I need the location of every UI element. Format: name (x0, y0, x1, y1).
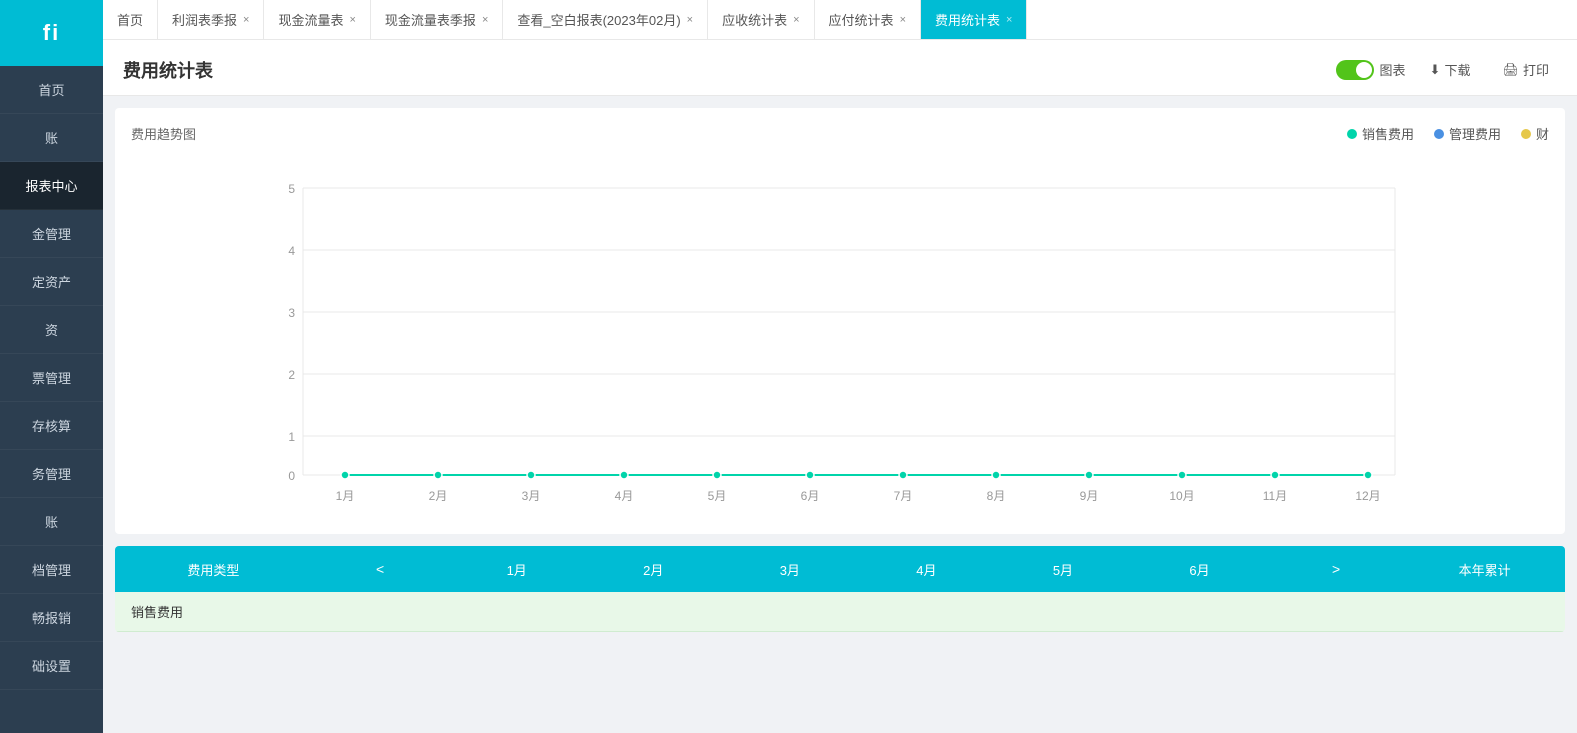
th-nav-prev[interactable]: < (312, 561, 449, 577)
tab-close-blank-report[interactable]: × (687, 14, 693, 26)
svg-text:1: 1 (288, 430, 295, 444)
chart-toggle[interactable] (1336, 60, 1374, 80)
sidebar: fi 首页 账 报表中心 金管理 定资产 资 票管理 存核算 务管理 账 档管理… (0, 0, 103, 733)
tab-close-cashflow-quarterly[interactable]: × (482, 14, 488, 26)
table-header-row: 费用类型 < 1月 2月 3月 4月 5月 (115, 546, 1565, 592)
svg-text:9月: 9月 (1080, 489, 1099, 503)
print-icon: 🖨 (1502, 62, 1519, 78)
th-nav-next[interactable]: > (1268, 561, 1405, 577)
chart-toggle-label: 图表 (1336, 60, 1406, 80)
svg-text:10月: 10月 (1169, 489, 1194, 503)
sidebar-item-report-center[interactable]: 报表中心 (0, 162, 103, 210)
table-next-button[interactable]: > (1326, 561, 1346, 577)
tab-close-payable[interactable]: × (900, 14, 906, 26)
chart-legend: 销售费用 管理费用 财 (1347, 124, 1549, 143)
th-m2: 2月 (585, 560, 722, 579)
sidebar-item-business-mgmt[interactable]: 务管理 (0, 450, 103, 498)
th-ytd: 本年累计 (1404, 560, 1565, 579)
table-row: 销售费用 (115, 592, 1565, 632)
legend-label-sales: 销售费用 (1362, 124, 1414, 143)
svg-text:2月: 2月 (429, 489, 448, 503)
tab-cashflow[interactable]: 现金流量表 × (264, 0, 370, 39)
svg-text:4: 4 (288, 244, 295, 258)
svg-text:1月: 1月 (336, 489, 355, 503)
chart-toggle-text: 图表 (1380, 60, 1406, 79)
tab-cashflow-quarterly[interactable]: 现金流量表季报 × (371, 0, 503, 39)
sidebar-item-fixed-assets[interactable]: 定资产 (0, 258, 103, 306)
svg-text:5: 5 (288, 182, 295, 196)
tab-home[interactable]: 首页 (103, 0, 158, 39)
tab-close-cashflow[interactable]: × (349, 14, 355, 26)
svg-text:3: 3 (288, 306, 295, 320)
legend-finance: 财 (1521, 124, 1549, 143)
sidebar-logo: fi (0, 0, 103, 66)
svg-text:4月: 4月 (615, 489, 634, 503)
svg-text:12月: 12月 (1355, 489, 1380, 503)
main-content: 首页 利润表季报 × 现金流量表 × 现金流量表季报 × 查看_空白报表(202… (103, 0, 1577, 733)
sidebar-item-home[interactable]: 首页 (0, 66, 103, 114)
sidebar-item-basic-settings[interactable]: 础设置 (0, 642, 103, 690)
tab-close-receivable[interactable]: × (793, 14, 799, 26)
th-m1: 1月 (448, 560, 585, 579)
page-title: 费用统计表 (123, 57, 213, 83)
sidebar-item-fund-mgmt[interactable]: 金管理 (0, 210, 103, 258)
tab-receivable[interactable]: 应收统计表 × (708, 0, 814, 39)
table-prev-button[interactable]: < (370, 561, 390, 577)
legend-dot-sales (1347, 129, 1357, 139)
sidebar-item-account[interactable]: 账 (0, 114, 103, 162)
legend-dot-finance (1521, 129, 1531, 139)
download-icon: ⬇ (1430, 62, 1441, 78)
legend-admin: 管理费用 (1434, 124, 1501, 143)
header-actions: 图表 ⬇ 下载 🖨 打印 (1336, 56, 1557, 83)
svg-text:0: 0 (288, 469, 295, 483)
sidebar-item-invoice-mgmt[interactable]: 票管理 (0, 354, 103, 402)
tab-bar: 首页 利润表季报 × 现金流量表 × 现金流量表季报 × 查看_空白报表(202… (103, 0, 1577, 40)
sidebar-item-expense-report[interactable]: 畅报销 (0, 594, 103, 642)
th-type: 费用类型 (115, 560, 312, 579)
print-button[interactable]: 🖨 打印 (1494, 56, 1557, 83)
svg-text:5月: 5月 (708, 489, 727, 503)
data-table-container: 费用类型 < 1月 2月 3月 4月 5月 (115, 546, 1565, 632)
tab-close-profit-quarterly[interactable]: × (243, 14, 249, 26)
sidebar-item-payroll[interactable]: 资 (0, 306, 103, 354)
chart-title: 费用趋势图 (131, 124, 196, 143)
legend-label-finance: 财 (1536, 124, 1549, 143)
th-m3: 3月 (722, 560, 859, 579)
chart-header: 费用趋势图 销售费用 管理费用 财 (131, 124, 1549, 143)
svg-text:8月: 8月 (987, 489, 1006, 503)
svg-text:3月: 3月 (522, 489, 541, 503)
th-m4: 4月 (858, 560, 995, 579)
page-content: 费用统计表 图表 ⬇ 下载 🖨 打印 费用趋势图 (103, 40, 1577, 733)
tab-blank-report[interactable]: 查看_空白报表(2023年02月) × (503, 0, 708, 39)
tab-profit-quarterly[interactable]: 利润表季报 × (158, 0, 264, 39)
trend-chart: 5 4 3 2 1 0 1月 (131, 155, 1549, 515)
chart-svg-wrapper: 5 4 3 2 1 0 1月 (131, 155, 1549, 518)
sidebar-item-inventory[interactable]: 存核算 (0, 402, 103, 450)
svg-text:7月: 7月 (894, 489, 913, 503)
tab-expense-stats[interactable]: 费用统计表 × (921, 0, 1027, 39)
svg-text:2: 2 (288, 368, 295, 382)
page-header: 费用统计表 图表 ⬇ 下载 🖨 打印 (103, 40, 1577, 96)
svg-text:6月: 6月 (801, 489, 820, 503)
chart-container: 费用趋势图 销售费用 管理费用 财 (115, 108, 1565, 534)
td-type: 销售费用 (115, 602, 319, 621)
svg-text:11月: 11月 (1263, 489, 1287, 503)
sidebar-item-archive-mgmt[interactable]: 档管理 (0, 546, 103, 594)
tab-payable[interactable]: 应付统计表 × (815, 0, 921, 39)
th-m5: 5月 (995, 560, 1132, 579)
legend-sales: 销售费用 (1347, 124, 1414, 143)
th-m6: 6月 (1131, 560, 1268, 579)
legend-label-admin: 管理费用 (1449, 124, 1501, 143)
tab-close-expense-stats[interactable]: × (1006, 14, 1012, 26)
legend-dot-admin (1434, 129, 1444, 139)
download-button[interactable]: ⬇ 下载 (1422, 56, 1479, 83)
sidebar-item-ledger[interactable]: 账 (0, 498, 103, 546)
